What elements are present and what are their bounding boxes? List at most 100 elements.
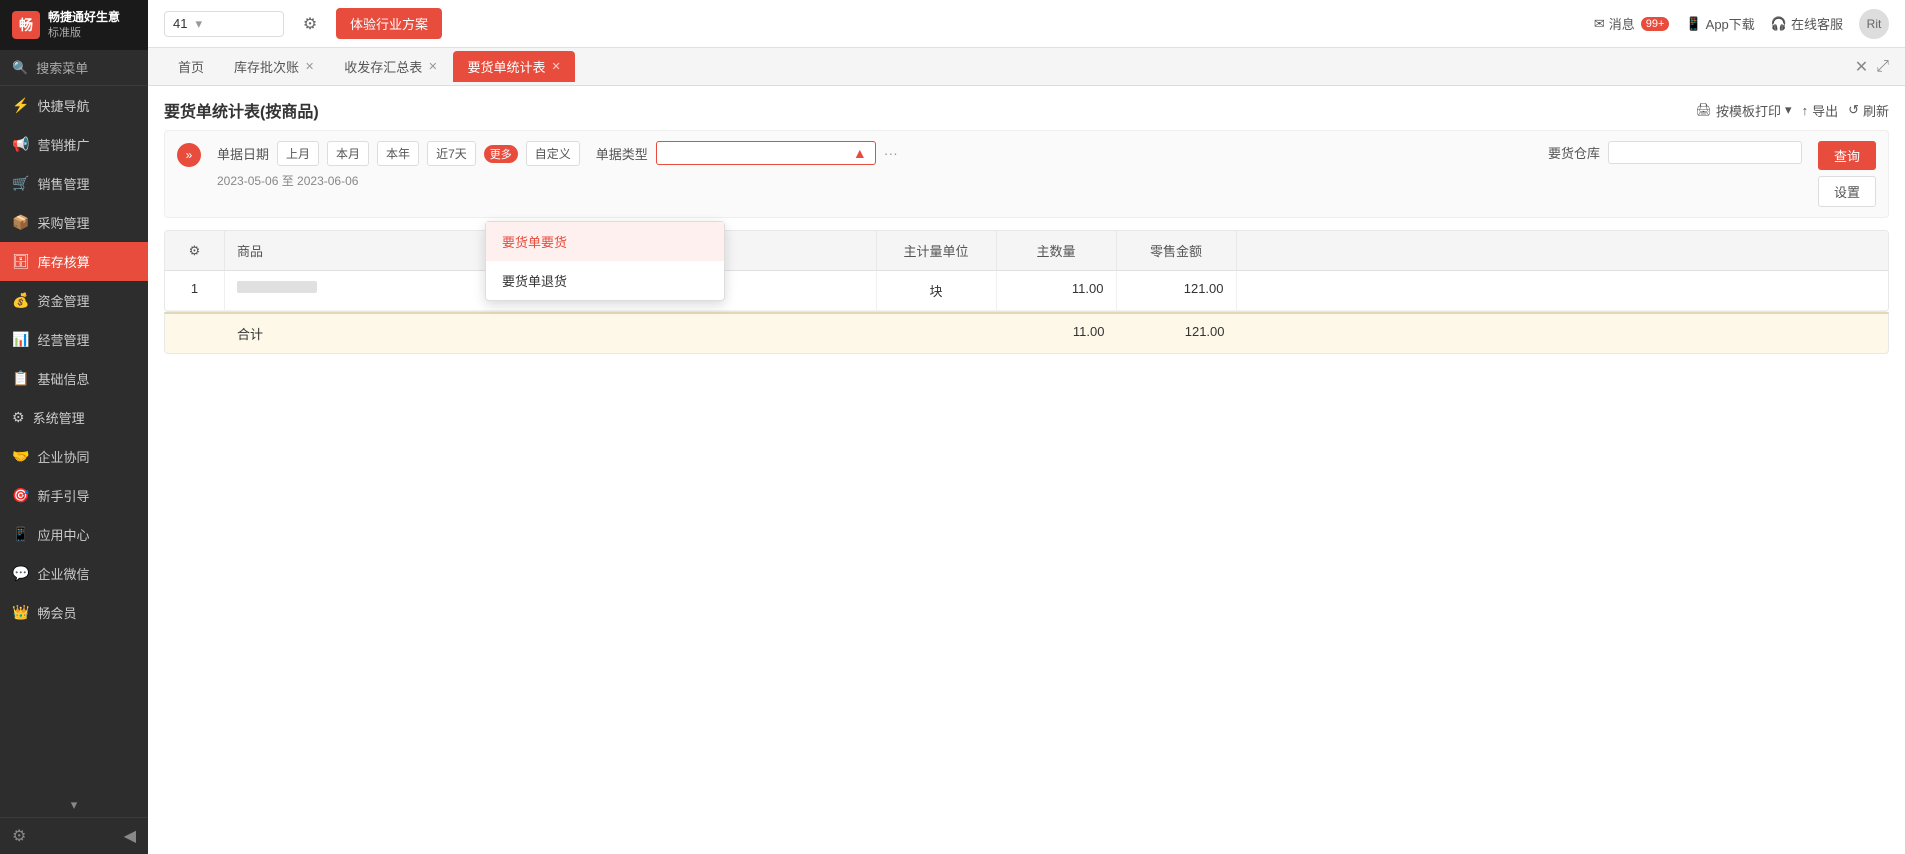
- type-dropdown: 要货单要货 要货单退货: [485, 221, 725, 301]
- date-more-badge[interactable]: 更多: [484, 145, 518, 163]
- filter-more-icon[interactable]: ···: [884, 145, 898, 161]
- filter-type-input[interactable]: [665, 146, 853, 161]
- filter-warehouse-input[interactable]: [1608, 141, 1802, 164]
- nav-icon-basic: 📋: [12, 370, 29, 387]
- dropdown-item-return[interactable]: 要货单退货: [486, 261, 724, 300]
- tab-inventory-batch[interactable]: 库存批次账 ✕: [220, 51, 328, 82]
- tab-order-stats[interactable]: 要货单统计表 ✕: [453, 51, 574, 82]
- sidebar-logo: 畅 畅捷通好生意 标准版: [0, 0, 148, 50]
- footer-empty-3: [1237, 314, 1889, 353]
- nav-label-basic: 基础信息: [37, 369, 89, 388]
- filter-type-up-icon[interactable]: ▲: [853, 145, 867, 161]
- filter-type-group: 单据类型 ▲ ···: [596, 141, 1532, 165]
- dropdown-item-requisition[interactable]: 要货单要货: [486, 222, 724, 261]
- nav-icon-finance: 💰: [12, 292, 29, 309]
- tab-inventory-batch-close[interactable]: ✕: [305, 60, 314, 73]
- query-button[interactable]: 查询: [1818, 141, 1876, 170]
- date-last-7days-button[interactable]: 近7天: [427, 141, 476, 166]
- filter-expand-button[interactable]: »: [177, 143, 201, 167]
- date-last-month-button[interactable]: 上月: [277, 141, 319, 166]
- nav-icon-guide: 🎯: [12, 487, 29, 504]
- table-gear-header[interactable]: ⚙: [165, 231, 225, 270]
- sidebar-scroll-down[interactable]: ▾: [0, 793, 148, 817]
- online-service-button[interactable]: 🎧 在线客服: [1771, 14, 1843, 33]
- sidebar-item-marketing[interactable]: 📢 营销推广: [0, 125, 148, 164]
- export-button[interactable]: ↑ 导出: [1802, 101, 1839, 120]
- logo-icon: 畅: [12, 11, 40, 39]
- print-template-button[interactable]: 🖨 按模板打印 ▾: [1696, 101, 1792, 120]
- sidebar-item-wechat[interactable]: 💬企业微信: [0, 554, 148, 593]
- nav-icon-member: 👑: [12, 604, 29, 621]
- tab-order-stats-label: 要货单统计表: [467, 57, 545, 76]
- cell-quantity-1: 11.00: [997, 271, 1117, 310]
- nav-icon-purchase: 📦: [12, 214, 29, 231]
- store-selector[interactable]: 41 ▾: [164, 11, 284, 37]
- nav-label-enterprise: 企业协同: [37, 447, 89, 466]
- nav-label-inventory: 库存核算: [38, 252, 90, 271]
- tab-home-label: 首页: [178, 57, 204, 76]
- sidebar-search[interactable]: 🔍 搜索菜单: [0, 50, 148, 86]
- cell-extra-1: [1237, 271, 1889, 310]
- message-icon: ✉: [1594, 16, 1605, 32]
- refresh-button[interactable]: ↺ 刷新: [1848, 101, 1889, 120]
- col-header-extra: [1237, 231, 1889, 270]
- header-gear-button[interactable]: ⚙: [296, 10, 324, 38]
- filter-date-range: 2023-05-06 至 2023-06-06: [217, 172, 580, 189]
- filter-date-group: 单据日期 上月 本月 本年 近7天 更多 自定义 2023-05-06 至 20…: [217, 141, 580, 189]
- sidebar-item-app[interactable]: 📱应用中心: [0, 515, 148, 554]
- page-title: 要货单统计表(按商品): [164, 98, 319, 122]
- date-this-year-button[interactable]: 本年: [377, 141, 419, 166]
- tabs-close-all-button[interactable]: ✕: [1855, 57, 1868, 77]
- app-download-button[interactable]: 📱 App下载: [1685, 14, 1754, 33]
- filter-date-row: 单据日期 上月 本月 本年 近7天 更多 自定义: [217, 141, 580, 166]
- sidebar-item-guide[interactable]: 🎯新手引导: [0, 476, 148, 515]
- service-icon: 🎧: [1771, 16, 1787, 32]
- col-header-quantity: 主数量: [997, 231, 1117, 270]
- sidebar-item-purchase[interactable]: 📦采购管理: [0, 203, 148, 242]
- nav-icon-operation: 📊: [12, 331, 29, 348]
- settings-icon[interactable]: ⚙: [12, 826, 26, 846]
- trial-button[interactable]: 体验行业方案: [336, 8, 442, 39]
- message-badge: 99+: [1641, 17, 1670, 31]
- sidebar-item-system[interactable]: ⚙系统管理: [0, 398, 148, 437]
- date-this-month-button[interactable]: 本月: [327, 141, 369, 166]
- table-footer-row: 合计 11.00 121.00: [165, 314, 1888, 353]
- tabs-end-actions: ✕ ⤢: [1855, 57, 1889, 77]
- table-row: 1 块 11.00 121.00: [165, 271, 1888, 311]
- sidebar-item-quick-nav[interactable]: ⚡快捷导航: [0, 86, 148, 125]
- filter-warehouse-label: 要货仓库: [1548, 143, 1600, 162]
- nav-label-quick-nav: 快捷导航: [37, 96, 89, 115]
- col-header-unit: 主计量单位: [877, 231, 997, 270]
- tab-shipment-summary[interactable]: 收发存汇总表 ✕: [330, 51, 451, 82]
- sidebar-item-operation[interactable]: 📊经营管理: [0, 320, 148, 359]
- tab-shipment-summary-close[interactable]: ✕: [428, 60, 437, 73]
- sidebar-logo-text: 畅捷通好生意 标准版: [48, 10, 120, 40]
- date-custom-button[interactable]: 自定义: [526, 141, 580, 166]
- tab-home[interactable]: 首页: [164, 51, 218, 82]
- tab-order-stats-close[interactable]: ✕: [552, 60, 561, 73]
- filter-settings-button[interactable]: 设置: [1818, 176, 1876, 207]
- nav-icon-system: ⚙: [12, 409, 25, 426]
- sidebar-item-sales[interactable]: 🛒销售管理: [0, 164, 148, 203]
- user-avatar[interactable]: Rit: [1859, 9, 1889, 39]
- sidebar-item-finance[interactable]: 💰资金管理: [0, 281, 148, 320]
- print-chevron-icon: ▾: [1785, 102, 1792, 118]
- search-icon: 🔍: [12, 60, 28, 76]
- nav-label-marketing: 营销推广: [37, 135, 89, 154]
- sidebar-item-basic[interactable]: 📋 基础信息: [0, 359, 148, 398]
- filter-actions: 查询 设置: [1818, 141, 1876, 207]
- sidebar-footer: ⚙ ◀: [0, 817, 148, 854]
- footer-empty-1: [165, 314, 225, 353]
- page-content: 要货单统计表(按商品) 🖨 按模板打印 ▾ ↑ 导出 ↺ 刷新 »: [148, 86, 1905, 854]
- nav-label-sales: 销售管理: [37, 174, 89, 193]
- nav-icon-marketing: 📢: [12, 136, 29, 153]
- footer-quantity: 11.00: [997, 314, 1117, 353]
- tabs-expand-button[interactable]: ⤢: [1876, 58, 1889, 76]
- sidebar-item-member[interactable]: 👑 畅会员: [0, 593, 148, 632]
- collapse-btn[interactable]: ◀: [124, 826, 136, 846]
- sidebar-item-enterprise[interactable]: 🤝企业协同: [0, 437, 148, 476]
- message-button[interactable]: ✉ 消息 99+: [1594, 14, 1670, 33]
- nav-label-member: 畅会员: [37, 603, 76, 622]
- header-left: 41 ▾ ⚙ 体验行业方案: [164, 8, 442, 39]
- sidebar-item-inventory[interactable]: 🗄库存核算: [0, 242, 148, 281]
